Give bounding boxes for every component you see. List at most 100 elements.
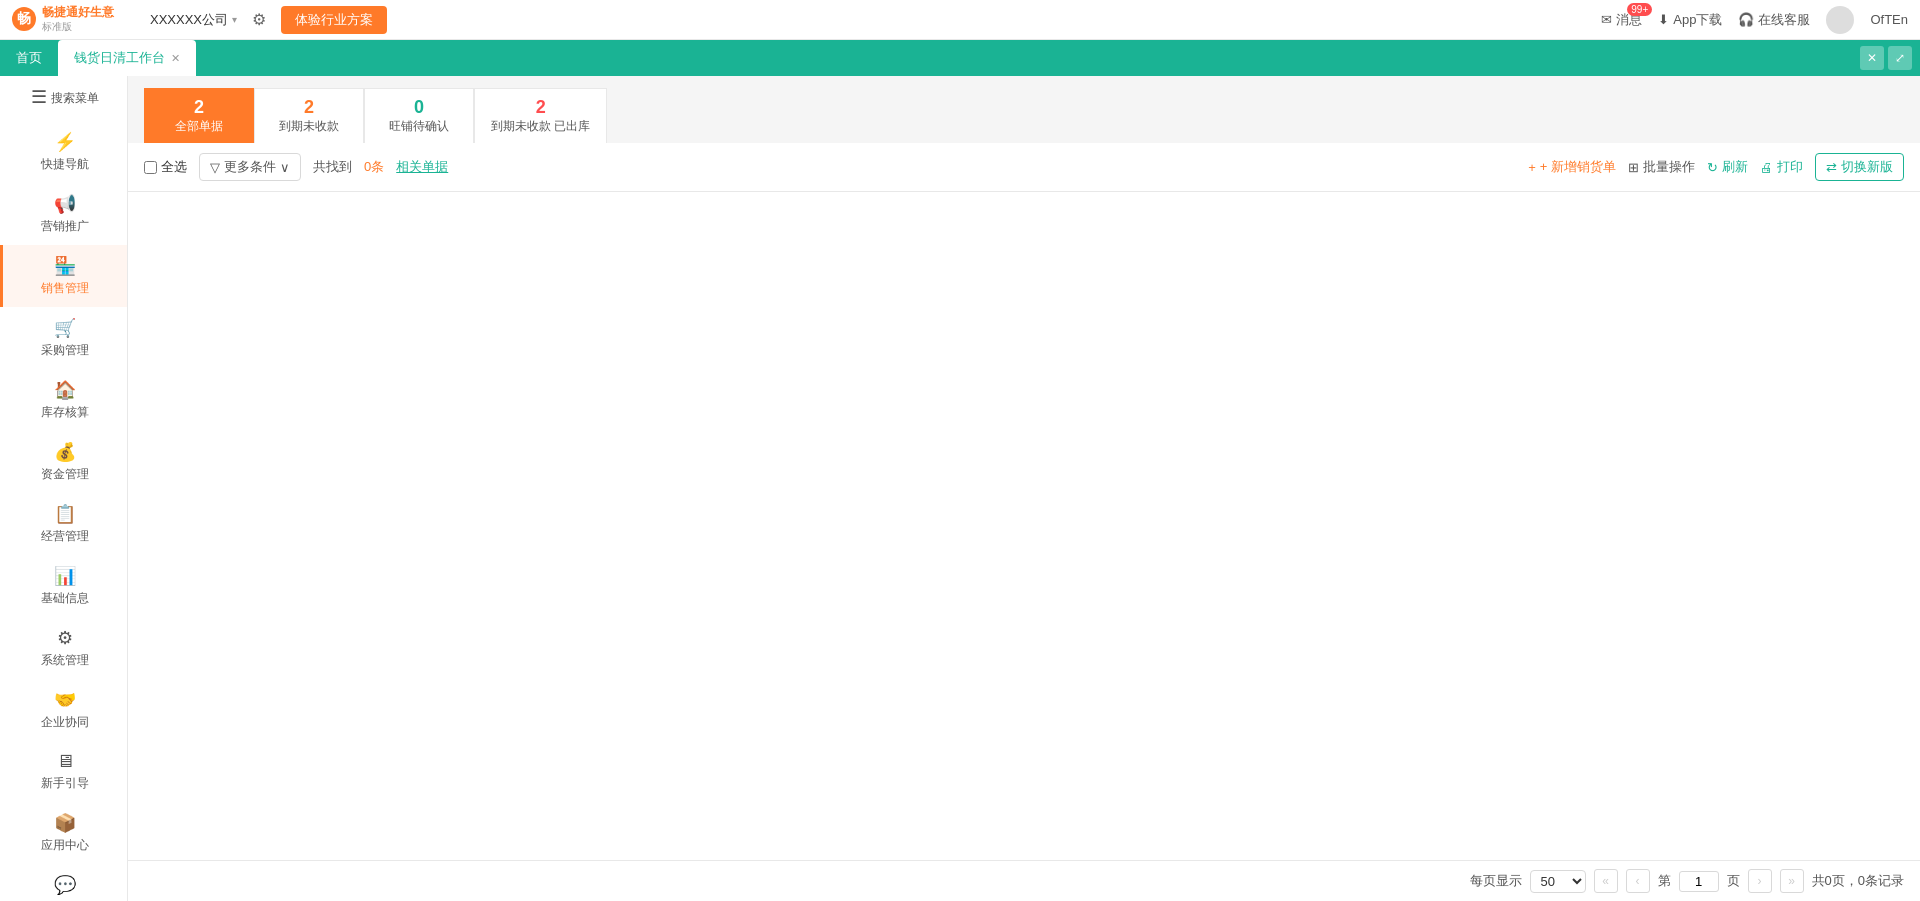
online-service-button[interactable]: 🎧 在线客服: [1738, 11, 1810, 29]
prev-page-button[interactable]: ‹: [1626, 869, 1650, 893]
sidebar-basics-label: 基础信息: [41, 590, 89, 607]
found-prefix: 共找到: [313, 158, 352, 176]
select-all-area[interactable]: 全选: [144, 158, 187, 176]
print-button[interactable]: 🖨 打印: [1760, 158, 1803, 176]
refresh-icon: ↻: [1707, 160, 1718, 175]
message-badge: 99+: [1627, 3, 1652, 16]
online-service-label: 在线客服: [1758, 11, 1810, 29]
sidebar-item-operations[interactable]: 📋 经营管理: [0, 493, 127, 555]
logo-sub: 标准版: [42, 20, 114, 34]
top-header: 畅 畅捷通好生意 标准版 XXXXXX公司 ▾ ⚙ 体验行业方案 ✉ 消息 99…: [0, 0, 1920, 40]
sidebar-item-system[interactable]: ⚙ 系统管理: [0, 617, 127, 679]
app-center-icon: 📦: [54, 812, 76, 834]
filter-label: 更多条件: [224, 158, 276, 176]
nav-tabs-bar: 首页 钱货日清工作台 ✕ ✕ ⤢: [0, 40, 1920, 76]
nav-tab-actions: ✕ ⤢: [1860, 46, 1912, 70]
close-window-button[interactable]: ✕: [1860, 46, 1884, 70]
batch-button[interactable]: ⊞ 批量操作: [1628, 158, 1695, 176]
sidebar-sales-label: 销售管理: [41, 280, 89, 297]
sub-tab-wangpu[interactable]: 0 旺铺待确认: [364, 88, 474, 143]
company-selector[interactable]: XXXXXX公司 ▾: [150, 11, 237, 29]
page-size-select[interactable]: 50 10 20 100: [1530, 870, 1586, 893]
message-icon: ✉: [1601, 12, 1612, 27]
user-name[interactable]: OfTEn: [1870, 12, 1908, 27]
sidebar-item-basics[interactable]: 📊 基础信息: [0, 555, 127, 617]
sidebar-item-quick-nav[interactable]: ⚡ 快捷导航: [0, 121, 127, 183]
page-size-label: 每页显示: [1470, 872, 1522, 890]
chevron-down-icon: ▾: [232, 14, 237, 25]
first-page-button[interactable]: «: [1594, 869, 1618, 893]
message-button[interactable]: ✉ 消息 99+: [1601, 11, 1642, 29]
last-page-button[interactable]: »: [1780, 869, 1804, 893]
add-sales-order-button[interactable]: + + 新增销货单: [1528, 158, 1616, 176]
headset-icon: 🎧: [1738, 12, 1754, 27]
refresh-button[interactable]: ↻ 刷新: [1707, 158, 1748, 176]
tab-home[interactable]: 首页: [0, 40, 58, 76]
search-menu-icon: ☰: [31, 86, 47, 108]
tab-cash-work[interactable]: 钱货日清工作台 ✕: [58, 40, 196, 76]
sub-tab-wangpu-count: 0: [381, 97, 457, 118]
sidebar-item-search[interactable]: ☰ 搜索菜单: [0, 76, 127, 121]
logo-icon: 畅: [12, 7, 36, 31]
sidebar-purchase-label: 采购管理: [41, 342, 89, 359]
related-link[interactable]: 相关单据: [396, 158, 448, 176]
sales-icon: 🏪: [54, 255, 76, 277]
logo-title: 畅捷通好生意: [42, 5, 114, 19]
last-page-icon: »: [1788, 874, 1795, 888]
app-download-label: App下载: [1673, 11, 1722, 29]
guide-icon: 🖥: [56, 751, 74, 772]
batch-label: 批量操作: [1643, 158, 1695, 176]
sidebar-quick-nav-label: 快捷导航: [41, 156, 89, 173]
avatar[interactable]: [1826, 6, 1854, 34]
quick-nav-icon: ⚡: [54, 131, 76, 153]
sidebar-item-wechat[interactable]: 💬 企业微信: [0, 864, 127, 901]
found-count: 0条: [364, 158, 384, 176]
finance-icon: 💰: [54, 441, 76, 463]
logo-area: 畅 畅捷通好生意 标准版: [12, 5, 140, 33]
sub-tab-wangpu-label: 旺铺待确认: [381, 118, 457, 135]
expand-window-button[interactable]: ⤢: [1888, 46, 1912, 70]
page-number-input[interactable]: [1679, 871, 1719, 892]
refresh-label: 刷新: [1722, 158, 1748, 176]
next-page-button[interactable]: ›: [1748, 869, 1772, 893]
sidebar-item-guide[interactable]: 🖥 新手引导: [0, 741, 127, 802]
app-download-button[interactable]: ⬇ App下载: [1658, 11, 1722, 29]
filter-button[interactable]: ▽ 更多条件 ∨: [199, 153, 301, 181]
sub-tab-overdue[interactable]: 2 到期未收款: [254, 88, 364, 143]
sidebar-finance-label: 资金管理: [41, 466, 89, 483]
sidebar-item-cooperation[interactable]: 🤝 企业协同: [0, 679, 127, 741]
logo-text: 畅捷通好生意 标准版: [42, 5, 114, 33]
plus-icon: +: [1528, 160, 1536, 175]
switch-version-button[interactable]: ⇄ 切换新版: [1815, 153, 1904, 181]
sidebar-item-purchase[interactable]: 🛒 采购管理: [0, 307, 127, 369]
tab-cash-work-label: 钱货日清工作台: [74, 49, 165, 67]
sidebar-item-sales[interactable]: 🏪 销售管理: [0, 245, 127, 307]
sidebar-item-app-center[interactable]: 📦 应用中心: [0, 802, 127, 864]
next-page-icon: ›: [1758, 874, 1762, 888]
empty-table-area: [128, 192, 1920, 860]
settings-button[interactable]: ⚙: [245, 6, 273, 34]
sub-tab-overdue-label: 到期未收款: [271, 118, 347, 135]
cooperation-icon: 🤝: [54, 689, 76, 711]
sidebar-item-marketing[interactable]: 📢 营销推广: [0, 183, 127, 245]
operations-icon: 📋: [54, 503, 76, 525]
sidebar-search-label: 搜索菜单: [51, 90, 99, 107]
tab-cash-work-close-icon[interactable]: ✕: [171, 52, 180, 65]
pagination-bar: 每页显示 50 10 20 100 « ‹ 第 页 › » 共0页，0条记: [128, 860, 1920, 901]
sub-tab-all-count: 2: [161, 97, 237, 118]
select-all-checkbox[interactable]: [144, 161, 157, 174]
sub-tab-overdue-count: 2: [271, 97, 347, 118]
sidebar-app-center-label: 应用中心: [41, 837, 89, 854]
sidebar-item-inventory[interactable]: 🏠 库存核算: [0, 369, 127, 431]
print-label: 打印: [1777, 158, 1803, 176]
sidebar-item-finance[interactable]: 💰 资金管理: [0, 431, 127, 493]
switch-icon: ⇄: [1826, 160, 1837, 175]
content-area: 2 全部单据 2 到期未收款 0 旺铺待确认 2 到期未收款 已出库 全选: [128, 76, 1920, 901]
sub-tab-overdue-out-label: 到期未收款 已出库: [491, 118, 590, 135]
sub-tab-overdue-out[interactable]: 2 到期未收款 已出库: [474, 88, 607, 143]
tab-home-label: 首页: [16, 49, 42, 67]
first-page-icon: «: [1602, 874, 1609, 888]
sub-tab-all[interactable]: 2 全部单据: [144, 88, 254, 143]
toolbar: 全选 ▽ 更多条件 ∨ 共找到 0条 相关单据 + + 新增销货单 ⊞ 批量操作: [128, 143, 1920, 192]
trial-button[interactable]: 体验行业方案: [281, 6, 387, 34]
